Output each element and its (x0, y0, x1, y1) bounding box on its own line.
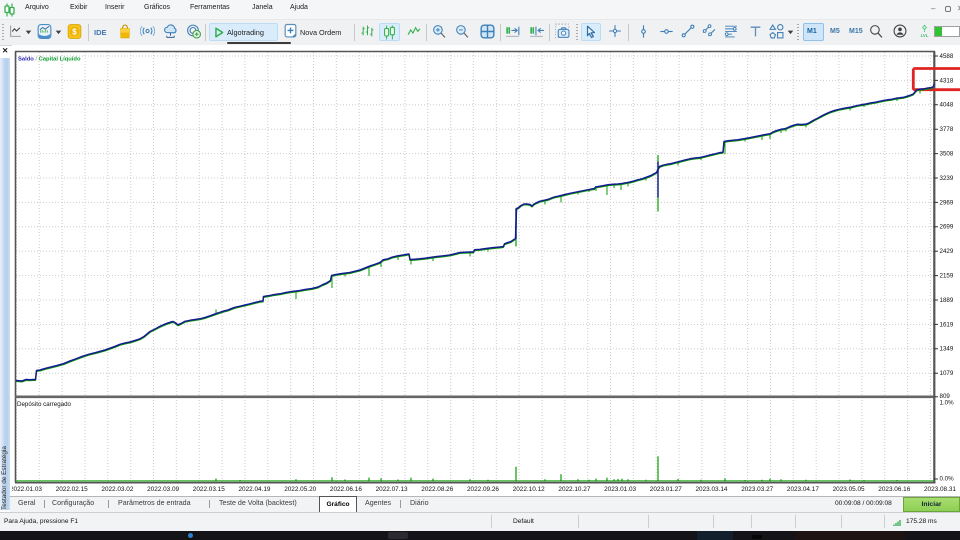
svg-text:2023.08.31: 2023.08.31 (924, 486, 956, 493)
svg-text:4588: 4588 (940, 53, 954, 60)
svg-text:2022.10.12: 2022.10.12 (513, 486, 545, 493)
svg-text:1619: 1619 (940, 321, 954, 328)
svg-text:2022.09.26: 2022.09.26 (467, 486, 499, 493)
svg-text:2022.03.15: 2022.03.15 (193, 486, 225, 493)
svg-text:4318: 4318 (940, 77, 954, 84)
svg-text:2022.10.27: 2022.10.27 (558, 486, 590, 493)
svg-text:2429: 2429 (940, 248, 954, 255)
svg-text:2023.06.16: 2023.06.16 (878, 486, 910, 493)
svg-text:LVL: LVL (921, 33, 929, 38)
svg-text:2022.05.20: 2022.05.20 (284, 486, 316, 493)
svg-text:2023.04.17: 2023.04.17 (787, 486, 819, 493)
svg-text:2023.05.05: 2023.05.05 (833, 486, 865, 493)
svg-text:2022.04.19: 2022.04.19 (239, 486, 271, 493)
svg-text:2022.06.16: 2022.06.16 (330, 486, 362, 493)
svg-text:3778: 3778 (940, 126, 954, 133)
svg-text:2159: 2159 (940, 273, 954, 280)
svg-text:3239: 3239 (940, 175, 954, 182)
svg-text:2699: 2699 (940, 224, 954, 231)
svg-text:2023.03.14: 2023.03.14 (696, 486, 728, 493)
svg-text:2969: 2969 (940, 199, 954, 206)
svg-text:2022.03.02: 2022.03.02 (101, 486, 133, 493)
svg-text:2023.03.27: 2023.03.27 (741, 486, 773, 493)
svg-text:2022.02.15: 2022.02.15 (56, 486, 88, 493)
svg-text:2022.07.13: 2022.07.13 (376, 486, 408, 493)
svg-text:2022.01.03: 2022.01.03 (12, 486, 42, 493)
svg-text:1079: 1079 (940, 370, 954, 377)
svg-text:2023.01.03: 2023.01.03 (604, 486, 636, 493)
svg-text:3508: 3508 (940, 151, 954, 158)
svg-text:1.0%: 1.0% (940, 400, 955, 407)
svg-text:Saldo / Capital Líquido: Saldo / Capital Líquido (18, 57, 81, 63)
svg-text:0.0%: 0.0% (940, 476, 955, 483)
svg-text:4048: 4048 (940, 102, 954, 109)
svg-text:2022.03.09: 2022.03.09 (147, 486, 179, 493)
svg-text:$: $ (72, 27, 77, 36)
svg-text:2023.01.27: 2023.01.27 (650, 486, 682, 493)
svg-text:Depósito carregado: Depósito carregado (17, 401, 72, 408)
svg-text:1349: 1349 (940, 346, 954, 353)
svg-text:2022.08.26: 2022.08.26 (421, 486, 453, 493)
svg-text:1889: 1889 (940, 297, 954, 304)
